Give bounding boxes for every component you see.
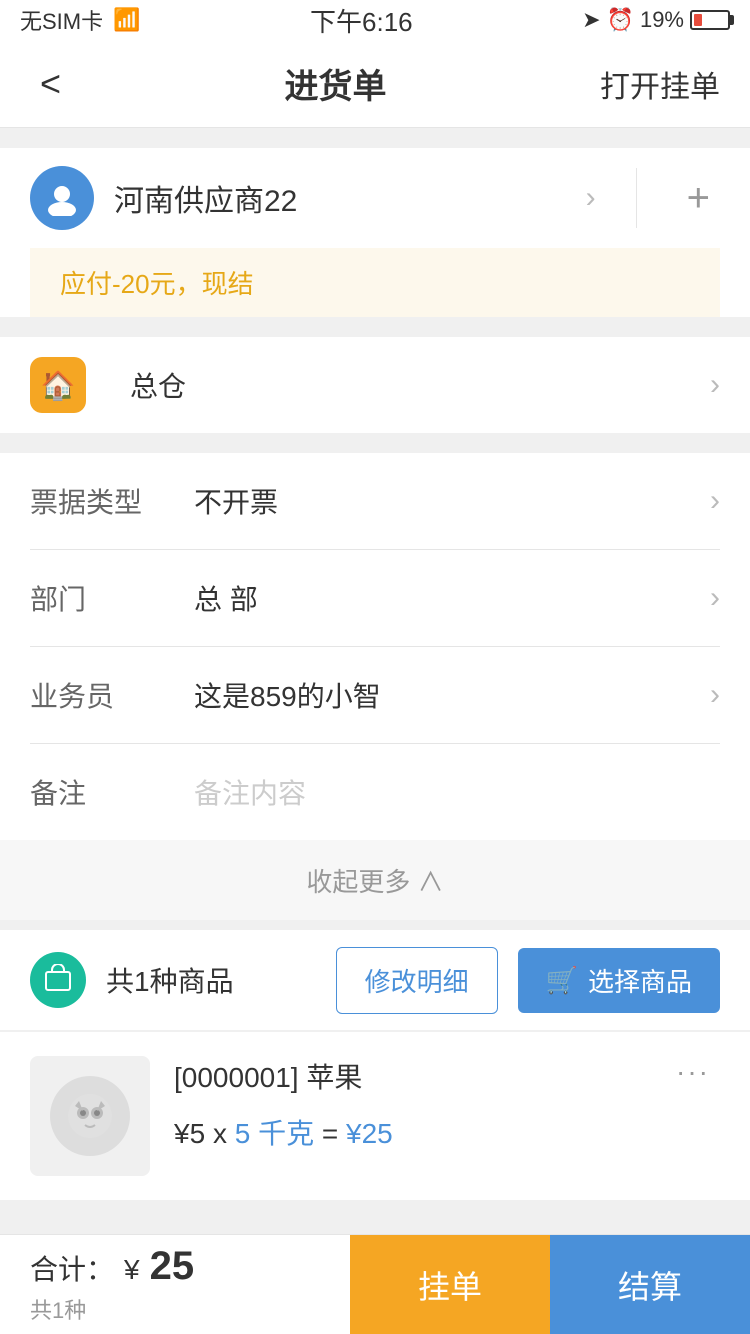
wifi-icon: 📶	[113, 7, 140, 33]
location-icon: ➤	[582, 7, 600, 33]
sales-left: 业务员 这是859的小智	[30, 675, 381, 715]
warehouse-chevron-icon: ›	[710, 368, 720, 402]
total-count: 共1种	[30, 1293, 320, 1325]
product-item: [0000001] 苹果 ¥5 x 5 千克 = ¥25 ···	[0, 1032, 750, 1200]
warehouse-icon: 🏠	[30, 357, 86, 413]
quantity-value: 5	[235, 1118, 251, 1149]
carrier-label: 无SIM卡	[20, 4, 103, 36]
warehouse-left: 🏠 总仓	[30, 357, 186, 413]
ticket-label: 票据类型	[30, 481, 150, 521]
ticket-left: 票据类型 不开票	[30, 481, 278, 521]
price-equals: =	[322, 1118, 346, 1149]
total-label: 合计：	[30, 1248, 114, 1288]
product-info: [0000001] 苹果 ¥5 x 5 千克 = ¥25	[174, 1056, 642, 1176]
supplier-name: 河南供应商22	[114, 176, 297, 220]
dept-value: 总 部	[194, 578, 258, 618]
back-button[interactable]: <	[30, 53, 71, 115]
dept-chevron-icon: ›	[710, 581, 720, 615]
warehouse-section: 🏠 总仓 ›	[0, 337, 750, 433]
status-left: 无SIM卡 📶	[20, 4, 141, 36]
unit-value: 千克	[258, 1118, 314, 1149]
open-pending-button[interactable]: 打开挂单	[600, 62, 720, 106]
divider-1	[0, 317, 750, 337]
total-value: ¥25	[346, 1118, 393, 1149]
page-title: 进货单	[285, 59, 387, 108]
sales-row[interactable]: 业务员 这是859的小智 ›	[0, 647, 750, 743]
price-multiply: x	[213, 1118, 235, 1149]
checkout-button[interactable]: 结算	[550, 1235, 750, 1334]
ticket-type-row[interactable]: 票据类型 不开票 ›	[0, 453, 750, 549]
sales-value: 这是859的小智	[194, 675, 381, 715]
divider-2	[0, 433, 750, 453]
more-options-button[interactable]: ···	[666, 1056, 720, 1176]
select-product-button[interactable]: 🛒 选择商品	[518, 948, 720, 1013]
product-price: ¥5 x 5 千克 = ¥25	[174, 1112, 642, 1152]
select-label: 选择商品	[588, 962, 692, 999]
price-value: ¥5	[174, 1118, 205, 1149]
sales-label: 业务员	[30, 675, 150, 715]
ticket-value: 不开票	[194, 481, 278, 521]
remark-label: 备注	[30, 772, 150, 812]
product-count: 共1种商品	[106, 960, 316, 1000]
suspend-button[interactable]: 挂单	[350, 1235, 550, 1334]
product-thumbnail	[30, 1056, 150, 1176]
divider-3	[0, 920, 750, 930]
dept-label: 部门	[30, 578, 150, 618]
footer-total: 合计： ¥ 25 共1种	[0, 1244, 350, 1325]
ticket-chevron-icon: ›	[710, 484, 720, 518]
warehouse-row[interactable]: 🏠 总仓 ›	[0, 337, 750, 433]
status-time: 下午6:16	[310, 2, 413, 39]
form-section: 票据类型 不开票 › 部门 总 部 › 业务员 这是859的小智 › 备注 备注…	[0, 453, 750, 840]
sales-chevron-icon: ›	[710, 678, 720, 712]
supplier-left: 河南供应商22	[30, 166, 297, 230]
owl-logo	[50, 1076, 130, 1156]
product-title: 苹果	[306, 1062, 362, 1093]
status-bar: 无SIM卡 📶 下午6:16 ➤ ⏰ 19%	[0, 0, 750, 40]
nav-bar: < 进货单 打开挂单	[0, 40, 750, 128]
product-icon	[30, 952, 86, 1008]
product-code: [0000001]	[174, 1062, 299, 1093]
avatar	[30, 166, 94, 230]
product-name: [0000001] 苹果	[174, 1056, 642, 1096]
battery-fill	[694, 14, 702, 26]
dept-left: 部门 总 部	[30, 578, 258, 618]
supplier-notice: 应付-20元，现结	[30, 248, 720, 317]
collapse-button[interactable]: 收起更多 ∧	[0, 840, 750, 920]
remark-input[interactable]: 备注内容	[194, 772, 306, 812]
status-right: ➤ ⏰ 19%	[582, 7, 730, 33]
supplier-chevron-icon: ›	[586, 181, 596, 215]
divider-top	[0, 128, 750, 148]
footer: 合计： ¥ 25 共1种 挂单 结算	[0, 1234, 750, 1334]
total-number: 25	[150, 1244, 195, 1289]
modify-detail-button[interactable]: 修改明细	[336, 947, 498, 1014]
total-amount-row: 合计： ¥ 25	[30, 1244, 320, 1289]
add-supplier-button[interactable]: +	[677, 176, 720, 221]
remark-row[interactable]: 备注 备注内容	[0, 744, 750, 840]
supplier-divider	[636, 168, 637, 228]
battery-icon	[690, 10, 730, 30]
alarm-icon: ⏰	[607, 7, 634, 33]
battery-percent: 19%	[640, 7, 684, 33]
total-symbol: ¥	[124, 1254, 140, 1286]
product-header: 共1种商品 修改明细 🛒 选择商品	[0, 930, 750, 1030]
supplier-section: 河南供应商22 › + 应付-20元，现结	[0, 148, 750, 317]
cart-icon: 🛒	[546, 965, 578, 996]
remark-left: 备注 备注内容	[30, 772, 306, 812]
supplier-row[interactable]: 河南供应商22 › +	[30, 148, 720, 248]
warehouse-name: 总仓	[130, 365, 186, 405]
dept-row[interactable]: 部门 总 部 ›	[0, 550, 750, 646]
